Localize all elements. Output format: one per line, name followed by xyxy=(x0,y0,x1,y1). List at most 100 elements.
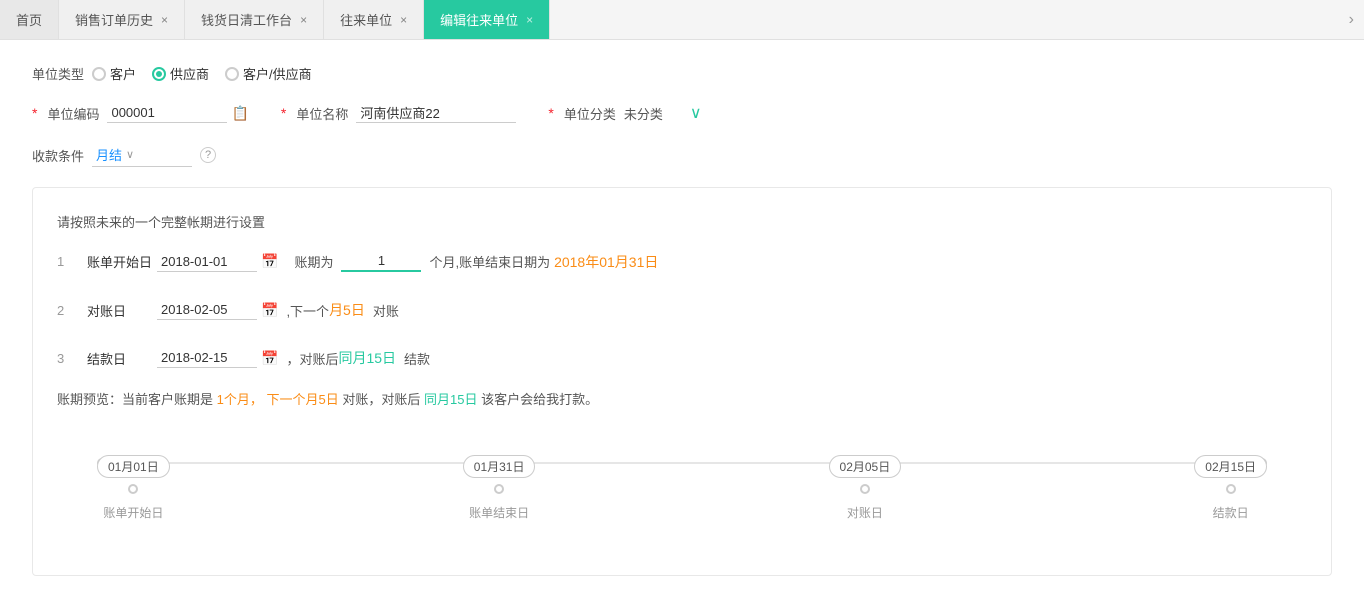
name-required: * xyxy=(281,105,286,121)
unit-info-row: * 单位编码 📋 * 单位名称 * 单位分类 未分类 ∨ xyxy=(32,103,1332,123)
preview-middle: 对账，对账后 xyxy=(342,392,420,407)
period-date-3-input[interactable] xyxy=(157,348,257,368)
period-row3-after: 结款 xyxy=(404,349,430,368)
period-end-date: 2018年01月31日 xyxy=(554,252,658,272)
unit-code-input-wrap: 📋 xyxy=(107,103,248,123)
period-num-3: 3 xyxy=(57,351,87,366)
class-required: * xyxy=(548,105,553,121)
preview-part1: 1个月， xyxy=(217,392,263,407)
tab-bar: 首页 销售订单历史 × 钱货日清工作台 × 往来单位 × 编辑往来单位 × › xyxy=(0,0,1364,40)
period-row3-highlight: 同月15日 xyxy=(338,348,396,368)
main-content: 单位类型 客户 供应商 客户/供应商 * 单位编码 xyxy=(0,40,1364,608)
radio-supplier[interactable]: 供应商 xyxy=(152,64,209,83)
unit-name-label: 单位名称 xyxy=(296,104,348,123)
period-label-2: 对账日 xyxy=(87,301,157,320)
panel-hint: 请按照未来的一个完整帐期进行设置 xyxy=(57,212,1307,231)
period-panel: 请按照未来的一个完整帐期进行设置 1 账单开始日 📅 账期为 个月,账单结束日期… xyxy=(32,187,1332,576)
preview-part2: 下一个月5日 xyxy=(267,392,339,407)
payment-terms-chevron: ∨ xyxy=(126,148,134,161)
tab-partner-unit[interactable]: 往来单位 × xyxy=(324,0,424,39)
timeline-badge-4: 02月15日 xyxy=(1194,455,1267,478)
period-desc-after-1: 个月,账单结束日期为 xyxy=(429,252,550,271)
close-tab-edit-partner[interactable]: × xyxy=(526,13,533,27)
unit-class-dropdown-icon[interactable]: ∨ xyxy=(690,103,702,123)
radio-both-circle xyxy=(225,67,239,81)
unit-type-row: 单位类型 客户 供应商 客户/供应商 xyxy=(32,64,1332,83)
unit-name-group: * 单位名称 xyxy=(281,103,516,123)
radio-customer[interactable]: 客户 xyxy=(92,64,136,83)
close-tab-partner-unit[interactable]: × xyxy=(400,13,407,27)
close-tab-cash-work[interactable]: × xyxy=(300,13,307,27)
period-row-1: 1 账单开始日 📅 账期为 个月,账单结束日期为 2018年01月31日 xyxy=(57,251,1307,272)
timeline-dot-3 xyxy=(860,484,870,494)
payment-terms-help[interactable]: ? xyxy=(200,147,216,163)
period-date-3-wrap: 📅 xyxy=(157,348,278,368)
period-date-1-wrap: 📅 xyxy=(157,252,278,272)
payment-terms-label: 收款条件 xyxy=(32,146,84,165)
unit-name-input[interactable] xyxy=(356,103,516,123)
unit-code-label: 单位编码 xyxy=(47,104,99,123)
code-required: * xyxy=(32,105,37,121)
preview-label: 账期预览：当前客户账期是 xyxy=(57,392,213,407)
tab-more-button[interactable]: › xyxy=(1339,0,1364,39)
timeline-label-1: 账单开始日 xyxy=(103,504,163,521)
timeline-badge-1: 01月01日 xyxy=(97,455,170,478)
timeline: 01月01日 账单开始日 01月31日 账单结束日 02月05日 对账日 xyxy=(57,435,1307,551)
unit-type-label: 单位类型 xyxy=(32,64,84,83)
period-months-input[interactable] xyxy=(341,251,421,272)
unit-class-label: 单位分类 xyxy=(564,104,616,123)
period-row2-after: 对账 xyxy=(373,301,399,320)
period-date-3-icon[interactable]: 📅 xyxy=(261,350,278,367)
period-row-2: 2 对账日 📅 ,下一个 月5日 对账 xyxy=(57,300,1307,320)
preview-part3: 同月15日 xyxy=(424,392,477,407)
period-desc-before-1: 账期为 xyxy=(294,252,333,271)
period-date-1-input[interactable] xyxy=(157,252,257,272)
timeline-badge-2: 01月31日 xyxy=(463,455,536,478)
payment-terms-group: 收款条件 月结 ∨ ? xyxy=(32,143,216,167)
timeline-dot-1 xyxy=(128,484,138,494)
close-tab-sales-history[interactable]: × xyxy=(161,13,168,27)
period-date-2-icon[interactable]: 📅 xyxy=(261,302,278,319)
period-date-2-wrap: 📅 xyxy=(157,300,278,320)
period-label-1: 账单开始日 xyxy=(87,252,157,271)
unit-code-icon[interactable]: 📋 xyxy=(231,105,248,122)
timeline-label-2: 账单结束日 xyxy=(469,504,529,521)
timeline-dot-4 xyxy=(1226,484,1236,494)
tab-sales-history[interactable]: 销售订单历史 × xyxy=(59,0,185,39)
payment-terms-value: 月结 xyxy=(96,145,122,164)
unit-code-input[interactable] xyxy=(107,103,227,123)
period-date-1-icon[interactable]: 📅 xyxy=(261,253,278,270)
preview-text: 账期预览：当前客户账期是 1个月， 下一个月5日 对账，对账后 同月15日 该客… xyxy=(57,388,1307,411)
period-row2-highlight: 月5日 xyxy=(329,300,365,320)
timeline-label-4: 结款日 xyxy=(1213,504,1249,521)
period-num-2: 2 xyxy=(57,303,87,318)
tab-cash-work[interactable]: 钱货日清工作台 × xyxy=(185,0,324,39)
preview-suffix: 该客户会给我打款。 xyxy=(481,392,598,407)
period-num-1: 1 xyxy=(57,254,87,269)
timeline-node-3: 02月05日 对账日 xyxy=(829,455,902,521)
timeline-dot-2 xyxy=(494,484,504,494)
timeline-badge-3: 02月05日 xyxy=(829,455,902,478)
tab-edit-partner[interactable]: 编辑往来单位 × xyxy=(424,0,550,39)
radio-both[interactable]: 客户/供应商 xyxy=(225,64,312,83)
timeline-node-2: 01月31日 账单结束日 xyxy=(463,455,536,521)
unit-code-group: * 单位编码 📋 xyxy=(32,103,249,123)
preview-section: 账期预览：当前客户账期是 1个月， 下一个月5日 对账，对账后 同月15日 该客… xyxy=(57,388,1307,551)
period-row3-before: ，对账后 xyxy=(286,349,338,368)
payment-terms-select[interactable]: 月结 ∨ xyxy=(92,143,192,167)
period-label-3: 结款日 xyxy=(87,349,157,368)
timeline-label-3: 对账日 xyxy=(847,504,883,521)
period-row-3: 3 结款日 📅 ，对账后 同月15日 结款 xyxy=(57,348,1307,368)
timeline-nodes: 01月01日 账单开始日 01月31日 账单结束日 02月05日 对账日 xyxy=(57,455,1307,521)
unit-class-value: 未分类 xyxy=(624,104,684,123)
unit-class-group: * 单位分类 未分类 ∨ xyxy=(548,103,701,123)
period-row2-before: ,下一个 xyxy=(286,301,329,320)
tab-home[interactable]: 首页 xyxy=(0,0,59,39)
period-date-2-input[interactable] xyxy=(157,300,257,320)
payment-terms-row: 收款条件 月结 ∨ ? xyxy=(32,143,1332,167)
unit-class-select-group: 未分类 ∨ xyxy=(624,103,702,123)
radio-customer-circle xyxy=(92,67,106,81)
unit-type-group: 单位类型 客户 供应商 客户/供应商 xyxy=(32,64,312,83)
timeline-node-4: 02月15日 结款日 xyxy=(1194,455,1267,521)
radio-supplier-circle xyxy=(152,67,166,81)
